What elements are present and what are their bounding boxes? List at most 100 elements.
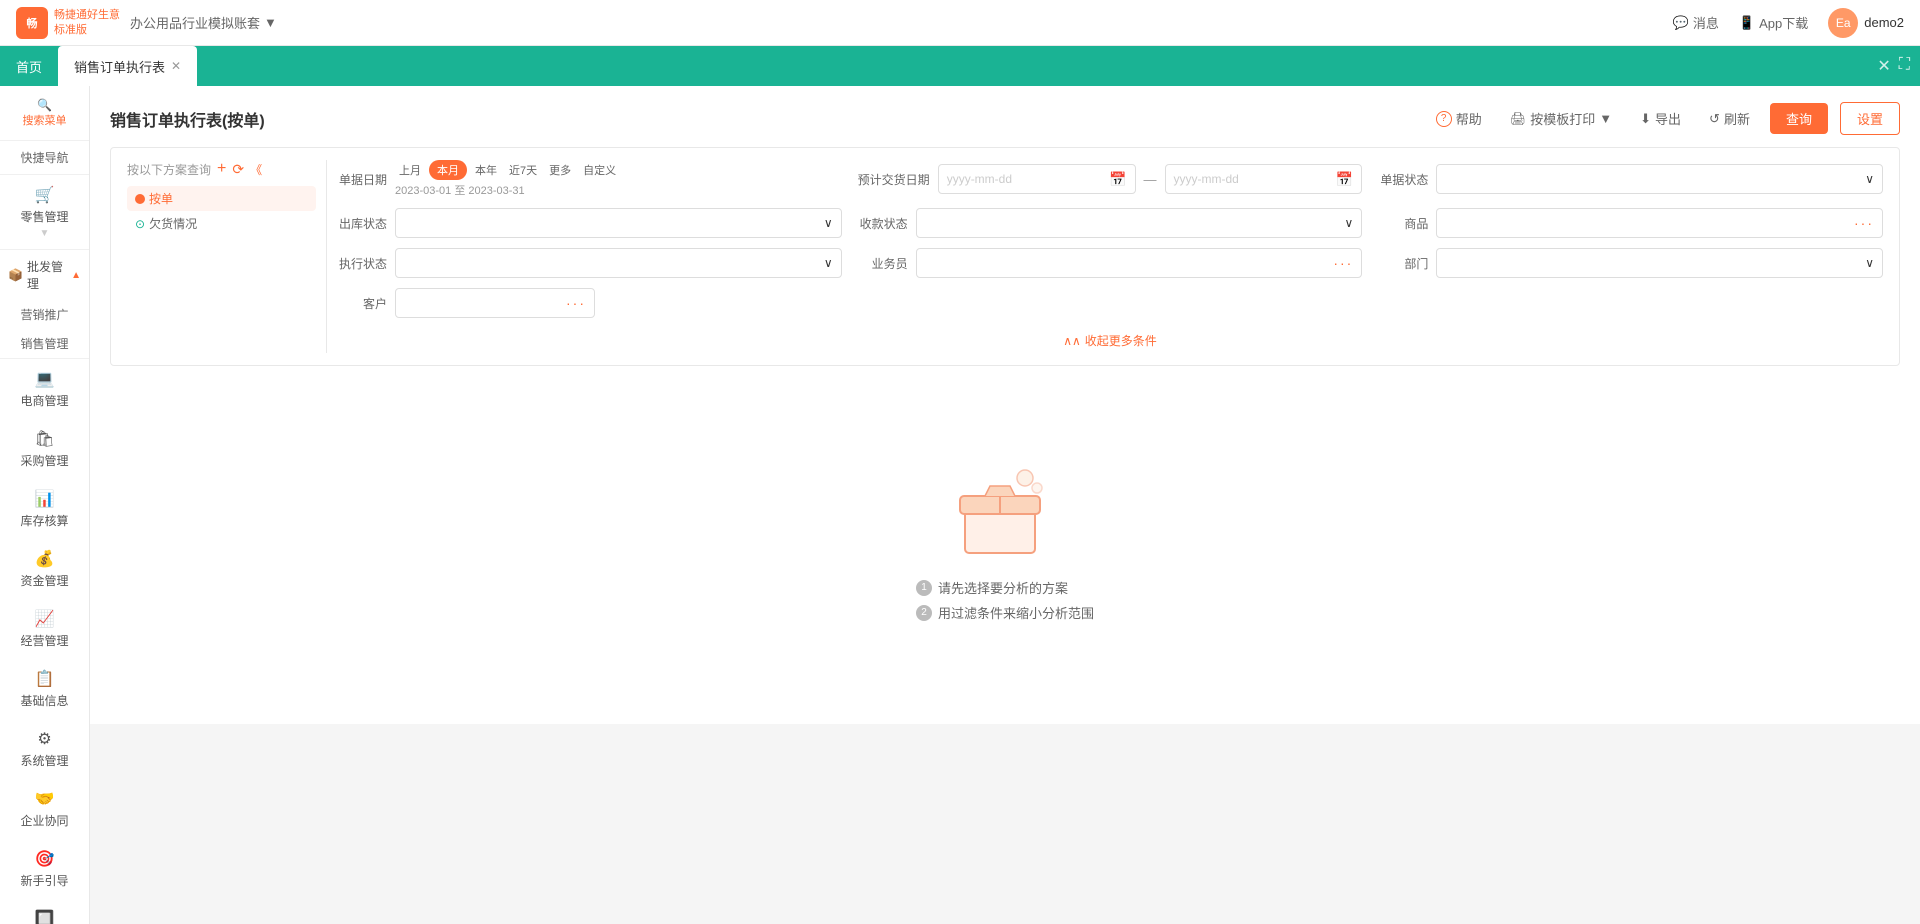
- retail-icon: 🛒: [35, 185, 55, 205]
- doc-status-select[interactable]: ∨: [1436, 164, 1883, 194]
- predicted-date-start[interactable]: yyyy-mm-dd 📅: [938, 164, 1136, 194]
- filter-payment-status-field: 收款状态 ∨: [858, 208, 1363, 238]
- calendar-end-icon[interactable]: 📅: [1336, 171, 1353, 188]
- mobile-icon: 📱: [1739, 15, 1755, 31]
- payment-status-select[interactable]: ∨: [916, 208, 1363, 238]
- shortcut-last-month[interactable]: 上月: [395, 160, 425, 180]
- empty-icon: [955, 458, 1055, 558]
- scheme-active-dot: [135, 194, 145, 204]
- filter-panel: 按以下方案查询 + ⟳ 《 按单 ⊙ 欠货情况: [110, 147, 1900, 366]
- search-button[interactable]: 查询: [1770, 103, 1828, 134]
- refresh-icon: ↺: [1709, 111, 1720, 127]
- scheme-sub-icon: ⊙: [135, 217, 145, 231]
- chevron-icon: ▼: [40, 228, 50, 239]
- filter-scheme-title: 按以下方案查询 + ⟳ 《: [127, 160, 316, 178]
- collapse-scheme-button[interactable]: 《: [250, 161, 262, 178]
- chevron-down-icon4: ∨: [824, 256, 833, 270]
- product-label: 商品: [1378, 215, 1428, 232]
- shortcut-this-year[interactable]: 本年: [471, 160, 501, 180]
- settings-button[interactable]: 设置: [1840, 102, 1900, 135]
- customer-more-icon[interactable]: ···: [566, 295, 586, 311]
- page-actions: ? 帮助 🖨 按模板打印 ▼ ⬇ 导出 ↺ 刷新: [1428, 102, 1900, 135]
- customer-input[interactable]: ···: [395, 288, 595, 318]
- message-button[interactable]: 💬 消息: [1673, 13, 1719, 32]
- calendar-start-icon[interactable]: 📅: [1109, 171, 1126, 188]
- date-picker-group: 上月 本月 本年 近7天 更多 自定义 2023-03-01 至: [395, 160, 842, 198]
- payment-status-label: 收款状态: [858, 215, 908, 232]
- shortcut-7days[interactable]: 近7天: [505, 160, 541, 180]
- system-icon: ⚙: [37, 729, 51, 749]
- edit-scheme-button[interactable]: ⟳: [232, 161, 244, 178]
- sidebar-item-basic-info[interactable]: 📋 基础信息: [0, 659, 89, 719]
- sidebar-item-retail[interactable]: 🛒 零售管理 ▼: [0, 175, 89, 249]
- collapse-button[interactable]: ∧∧ 收起更多条件: [1059, 328, 1161, 353]
- date-shortcut-list: 上月 本月 本年 近7天 更多 自定义: [395, 160, 620, 180]
- shortcut-this-month[interactable]: 本月: [429, 160, 467, 180]
- filter-product-field: 商品 ···: [1378, 208, 1883, 238]
- help-button[interactable]: ? 帮助: [1428, 105, 1490, 132]
- shortcut-more[interactable]: 更多: [545, 160, 575, 180]
- sidebar-item-marketing[interactable]: 营销推广: [0, 300, 89, 329]
- shortcut-custom[interactable]: 自定义: [579, 160, 620, 180]
- tab-fullscreen-icon[interactable]: ⛶: [1899, 56, 1910, 76]
- refresh-button[interactable]: ↺ 刷新: [1701, 105, 1758, 132]
- tab-close-window-icon[interactable]: ✕: [1877, 56, 1890, 76]
- print-dropdown-icon: ▼: [1599, 111, 1612, 126]
- app-download-button[interactable]: 📱 App下载: [1739, 13, 1808, 32]
- print-button[interactable]: 🖨 按模板打印 ▼: [1502, 105, 1620, 132]
- page-title-bar: 销售订单执行表(按单) ? 帮助 🖨 按模板打印 ▼ ⬇ 导出: [110, 102, 1900, 135]
- chevron-down-icon3: ∨: [1345, 216, 1354, 230]
- sidebar-retail: 🛒 零售管理 ▼: [0, 175, 89, 250]
- department-select[interactable]: ∨: [1436, 248, 1883, 278]
- sidebar-item-system[interactable]: ⚙ 系统管理: [0, 719, 89, 779]
- product-input[interactable]: ···: [1436, 208, 1883, 238]
- filter-date-field: 单据日期 上月 本月 本年 近7天 更多: [337, 160, 842, 198]
- tab-sales-order[interactable]: 销售订单执行表 ✕: [58, 46, 197, 86]
- sidebar-item-management[interactable]: 📈 经营管理: [0, 599, 89, 659]
- exec-status-select[interactable]: ∨: [395, 248, 842, 278]
- filter-delivery-status-field: 出库状态 ∨: [337, 208, 842, 238]
- scheme-item-active[interactable]: 按单: [127, 186, 316, 211]
- sidebar-item-purchase[interactable]: 🛍 采购管理: [0, 419, 89, 479]
- sidebar-item-sales[interactable]: 销售管理: [0, 329, 89, 358]
- salesman-input[interactable]: ···: [916, 248, 1363, 278]
- quick-nav-button[interactable]: 快捷导航: [0, 141, 89, 175]
- export-button[interactable]: ⬇ 导出: [1632, 105, 1689, 132]
- system-title[interactable]: 办公用品行业模拟账套 ▼: [130, 13, 277, 32]
- empty-step1: 请先选择要分析的方案: [916, 578, 1094, 597]
- search-menu-button[interactable]: 🔍 搜索菜单: [8, 94, 81, 132]
- salesman-more-icon[interactable]: ···: [1333, 255, 1353, 271]
- logo-text: 畅捷通好生意 标准版: [54, 8, 120, 37]
- product-more-icon[interactable]: ···: [1854, 215, 1874, 231]
- header-left: 畅 畅捷通好生意 标准版 办公用品行业模拟账套 ▼: [16, 7, 277, 39]
- sidebar-item-guide[interactable]: 🎯 新手引导: [0, 839, 89, 899]
- filter-salesman-field: 业务员 ···: [858, 248, 1363, 278]
- message-icon: 💬: [1673, 15, 1689, 31]
- collapse-row: ∧∧ 收起更多条件: [337, 328, 1883, 353]
- department-label: 部门: [1378, 255, 1428, 272]
- collab-icon: 🤝: [35, 789, 55, 809]
- sidebar-search-area: 🔍 搜索菜单: [0, 86, 89, 141]
- add-scheme-button[interactable]: +: [217, 160, 226, 178]
- sidebar-item-ecommerce[interactable]: 💻 电商管理: [0, 359, 89, 419]
- delivery-status-select[interactable]: ∨: [395, 208, 842, 238]
- header-right: 💬 消息 📱 App下载 Ea demo2: [1673, 8, 1904, 38]
- tab-close-icon[interactable]: ✕: [171, 59, 181, 73]
- chevron-down-icon: ∨: [1865, 172, 1874, 186]
- filter-department-field: 部门 ∨: [1378, 248, 1883, 278]
- guide-icon: 🎯: [35, 849, 55, 869]
- predicted-date-end[interactable]: yyyy-mm-dd 📅: [1165, 164, 1363, 194]
- user-area[interactable]: Ea demo2: [1828, 8, 1904, 38]
- filter-right: 单据日期 上月 本月 本年 近7天 更多: [337, 160, 1883, 353]
- sidebar-item-inventory[interactable]: 📊 库存核算: [0, 479, 89, 539]
- finance-icon: 💰: [35, 549, 55, 569]
- filter-layout: 按以下方案查询 + ⟳ 《 按单 ⊙ 欠货情况: [127, 160, 1883, 353]
- sidebar-item-finance[interactable]: 💰 资金管理: [0, 539, 89, 599]
- filter-customer-field: 客户 ···: [337, 288, 617, 318]
- help-icon: ?: [1436, 111, 1452, 127]
- sidebar-item-appcenter[interactable]: 🔲 应用中心: [0, 899, 89, 924]
- tab-home[interactable]: 首页: [0, 46, 58, 86]
- scheme-item-secondary[interactable]: ⊙ 欠货情况: [127, 211, 316, 236]
- sidebar-item-collab[interactable]: 🤝 企业协同: [0, 779, 89, 839]
- sidebar-item-wholesale[interactable]: 📦 批发管理 ▲: [0, 250, 89, 300]
